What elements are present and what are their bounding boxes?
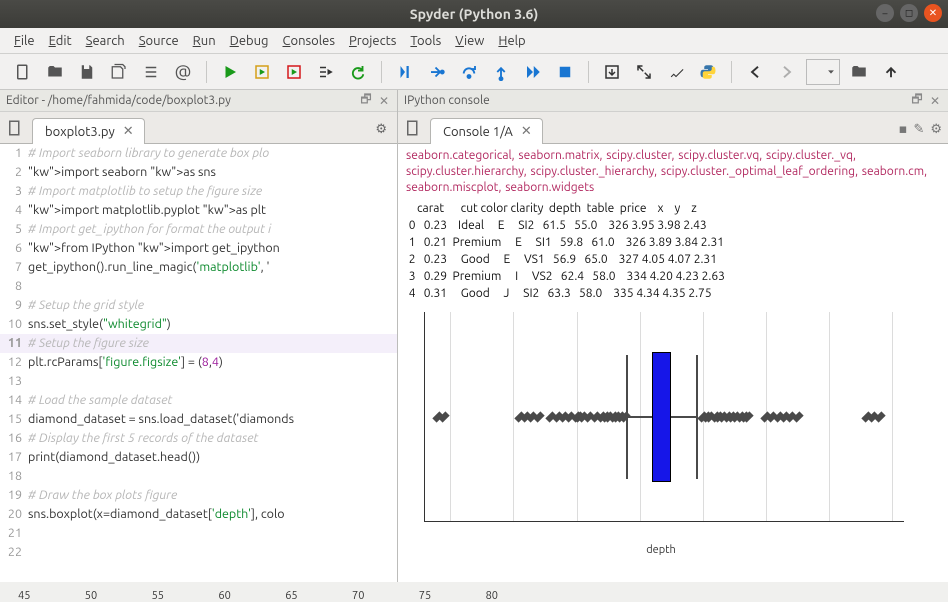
editor-tabs: boxplot3.py ✕ ⚙ <box>0 112 397 144</box>
pane-close-icon[interactable]: ✕ <box>377 94 391 108</box>
console-pane: IPython console 🗗 ✕ Console 1/A ✕ ▪ ✎ ⚙ … <box>398 90 948 582</box>
code-line[interactable]: 21 <box>0 524 397 543</box>
window-controls: – ◻ ✕ <box>876 4 942 22</box>
parent-dir-icon[interactable] <box>878 59 904 85</box>
editor-pane: Editor - /home/fahmida/code/boxplot3.py … <box>0 90 398 582</box>
code-line[interactable]: 10sns.set_style("whitegrid") <box>0 315 397 334</box>
code-line[interactable]: 14# Load the sample dataset <box>0 391 397 410</box>
editor-pane-header: Editor - /home/fahmida/code/boxplot3.py … <box>0 90 397 112</box>
tab-label: boxplot3.py <box>45 125 115 139</box>
debug-stop-icon[interactable] <box>552 59 578 85</box>
code-line[interactable]: 1# Import seaborn library to generate bo… <box>0 144 397 163</box>
debug-continue-icon[interactable] <box>520 59 546 85</box>
run-cell-icon[interactable] <box>249 59 275 85</box>
new-file-icon[interactable] <box>10 59 36 85</box>
console-tabs: Console 1/A ✕ ▪ ✎ ⚙ <box>398 112 948 144</box>
maximize-button[interactable]: ◻ <box>900 4 918 22</box>
cwd-dropdown[interactable] <box>806 59 840 85</box>
debug-step-over-icon[interactable] <box>456 59 482 85</box>
run-selection-icon[interactable] <box>313 59 339 85</box>
toolbar: @ <box>0 54 948 90</box>
code-line[interactable]: 13 <box>0 372 397 391</box>
code-line[interactable]: 4"kw">import matplotlib.pyplot "kw">as p… <box>0 201 397 220</box>
maximize-pane-icon[interactable] <box>631 59 657 85</box>
menu-debug[interactable]: Debug <box>224 32 275 50</box>
x-axis-label: depth <box>406 544 916 556</box>
menu-view[interactable]: View <box>449 32 490 50</box>
debug-step-icon[interactable] <box>424 59 450 85</box>
menubar: FileEditSearchSourceRunDebugConsolesProj… <box>0 28 948 54</box>
module-import-list: seaborn.categorical, seaborn.matrix, sci… <box>406 148 940 196</box>
minimize-button[interactable]: – <box>876 4 894 22</box>
import-data-icon[interactable] <box>599 59 625 85</box>
boxplot-figure: 4550556065707580 depth <box>406 312 916 572</box>
code-line[interactable]: 6"kw">from IPython "kw">import get_ipyth… <box>0 239 397 258</box>
menu-edit[interactable]: Edit <box>43 32 78 50</box>
save-all-icon[interactable] <box>106 59 132 85</box>
code-line[interactable]: 3# Import matplotlib to setup the figure… <box>0 182 397 201</box>
console-pane-title: IPython console <box>404 94 490 107</box>
code-line[interactable]: 9# Setup the grid style <box>0 296 397 315</box>
save-icon[interactable] <box>74 59 100 85</box>
forward-icon[interactable] <box>774 59 800 85</box>
pane-close-icon[interactable]: ✕ <box>928 94 942 108</box>
tab-label: Console 1/A <box>443 125 513 139</box>
code-line[interactable]: 20sns.boxplot(x=diamond_dataset['depth']… <box>0 505 397 524</box>
run-icon[interactable] <box>217 59 243 85</box>
plot-axes <box>424 312 904 522</box>
code-line[interactable]: 8 <box>0 277 397 296</box>
list-icon[interactable] <box>138 59 164 85</box>
close-button[interactable]: ✕ <box>924 4 942 22</box>
editor-options-icon[interactable]: ⚙ <box>375 122 387 137</box>
open-folder-icon[interactable] <box>42 59 68 85</box>
console-browse-icon[interactable] <box>404 119 422 137</box>
menu-file[interactable]: File <box>8 32 41 50</box>
code-editor[interactable]: 1# Import seaborn library to generate bo… <box>0 144 397 582</box>
pane-restore-icon[interactable]: 🗗 <box>359 94 373 108</box>
menu-tools[interactable]: Tools <box>404 32 447 50</box>
code-line[interactable]: 5# Import get_ipython for format the out… <box>0 220 397 239</box>
code-line[interactable]: 19# Draw the box plots figure <box>0 486 397 505</box>
code-line[interactable]: 17print(diamond_dataset.head()) <box>0 448 397 467</box>
menu-projects[interactable]: Projects <box>343 32 402 50</box>
menu-consoles[interactable]: Consoles <box>277 32 341 50</box>
browse-folder-icon[interactable] <box>846 59 872 85</box>
window-title: Spyder (Python 3.6) <box>410 6 539 22</box>
pane-restore-icon[interactable]: 🗗 <box>910 94 924 108</box>
tab-console-1a[interactable]: Console 1/A ✕ <box>430 118 543 144</box>
debug-step-into-icon[interactable] <box>392 59 418 85</box>
tab-close-icon[interactable]: ✕ <box>123 124 134 139</box>
back-icon[interactable] <box>742 59 768 85</box>
menu-search[interactable]: Search <box>80 32 131 50</box>
menu-source[interactable]: Source <box>133 32 185 50</box>
code-line[interactable]: 11# Setup the figure size <box>0 334 397 353</box>
window-titlebar: Spyder (Python 3.6) – ◻ ✕ <box>0 0 948 28</box>
code-line[interactable]: 2"kw">import seaborn "kw">as sns <box>0 163 397 182</box>
menu-help[interactable]: Help <box>492 32 531 50</box>
code-line[interactable]: 22 <box>0 543 397 562</box>
debug-step-out-icon[interactable] <box>488 59 514 85</box>
dataframe-head-output: carat cut color clarity depth table pric… <box>406 200 940 302</box>
file-browse-icon[interactable] <box>6 119 24 137</box>
at-icon[interactable]: @ <box>170 59 196 85</box>
editor-pane-title: Editor - /home/fahmida/code/boxplot3.py <box>6 94 231 107</box>
tab-boxplot3[interactable]: boxplot3.py ✕ <box>32 118 145 144</box>
run-cell-advance-icon[interactable] <box>281 59 307 85</box>
tab-close-icon[interactable]: ✕ <box>521 124 532 139</box>
code-line[interactable]: 12plt.rcParams['figure.figsize'] = (8,4) <box>0 353 397 372</box>
code-line[interactable]: 16# Display the first 5 records of the d… <box>0 429 397 448</box>
python-icon[interactable] <box>695 59 721 85</box>
console-options-icon[interactable]: ⚙ <box>930 122 942 137</box>
rerun-icon[interactable] <box>345 59 371 85</box>
code-line[interactable]: 15diamond_dataset = sns.load_dataset('di… <box>0 410 397 429</box>
code-line[interactable]: 18 <box>0 467 397 486</box>
console-pane-header: IPython console 🗗 ✕ <box>398 90 948 112</box>
clear-console-icon[interactable]: ✎ <box>913 122 924 137</box>
menu-run[interactable]: Run <box>187 32 222 50</box>
code-line[interactable]: 7get_ipython().run_line_magic('matplotli… <box>0 258 397 277</box>
console-output[interactable]: seaborn.categorical, seaborn.matrix, sci… <box>398 144 948 582</box>
main-split: Editor - /home/fahmida/code/boxplot3.py … <box>0 90 948 582</box>
preferences-icon[interactable] <box>663 59 689 85</box>
stop-kernel-icon[interactable]: ▪ <box>899 122 908 137</box>
